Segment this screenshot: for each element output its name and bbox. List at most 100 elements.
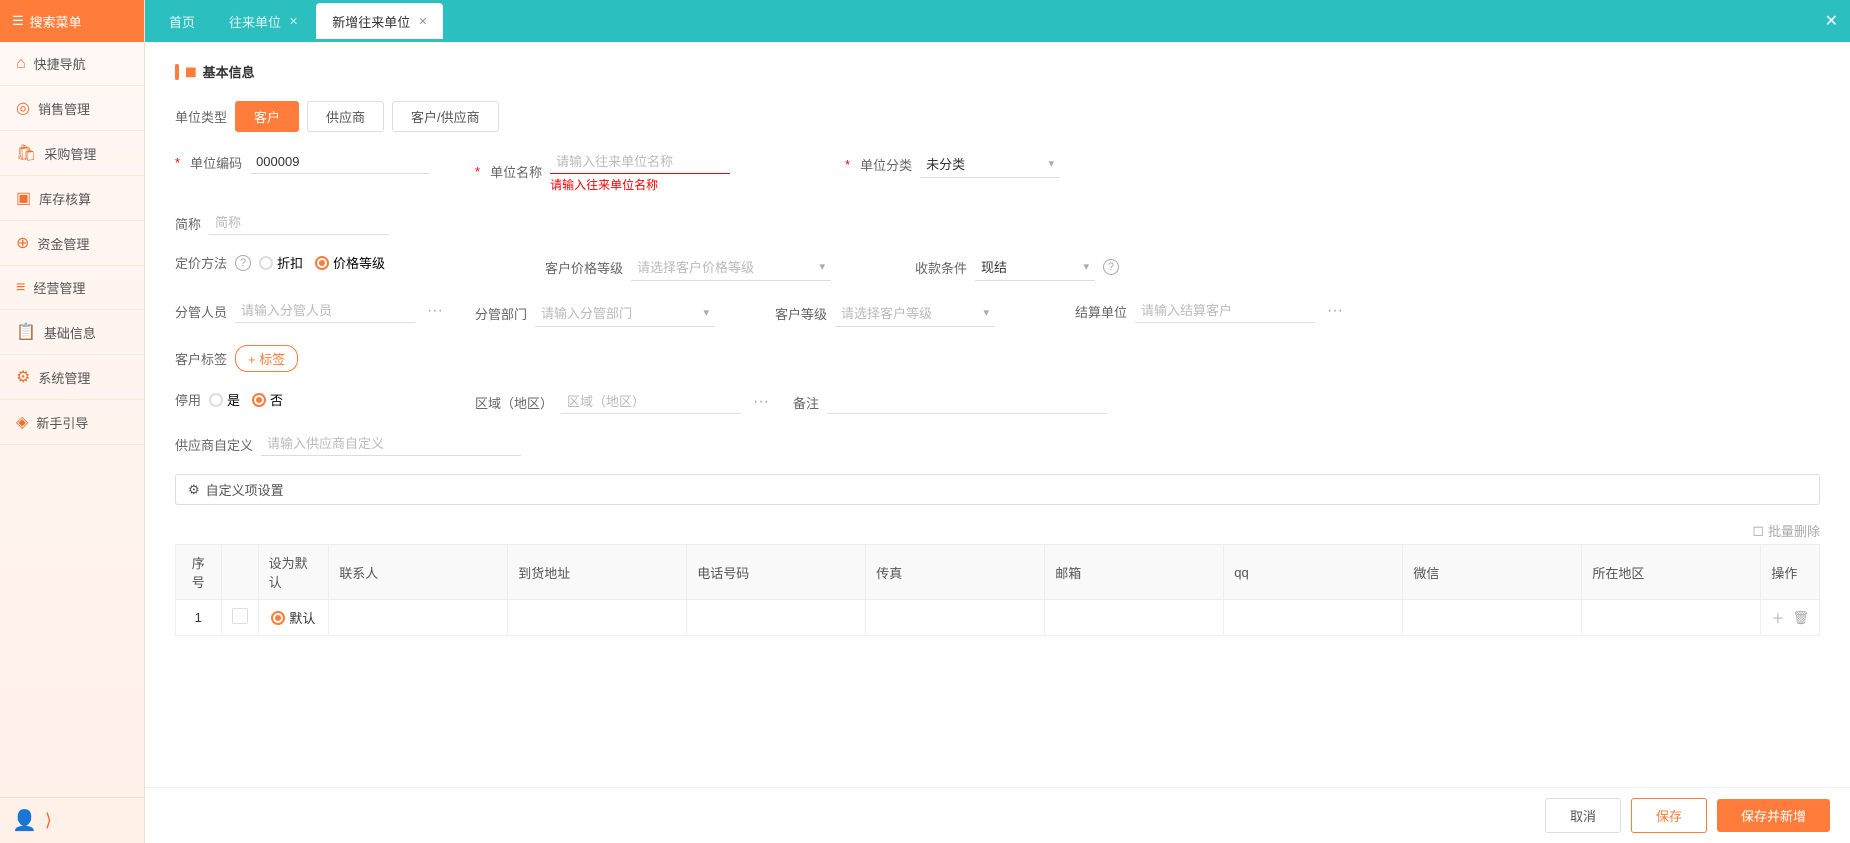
no-label: 否	[270, 390, 283, 409]
sidebar-item-basic[interactable]: 📋 基础信息	[0, 310, 144, 355]
unit-name-group: * 单位名称 请输入往来单位名称	[475, 150, 825, 193]
region-input[interactable]	[561, 390, 741, 414]
section-bar	[175, 64, 179, 80]
remarks-input[interactable]	[827, 390, 1107, 414]
contacts-table: 序号 设为默认 联系人 到货地址 电话号码 传真 邮箱 qq 微信 所在地区 操…	[175, 544, 1820, 636]
phone-input[interactable]	[697, 610, 855, 625]
row-default-radio[interactable]: 默认	[269, 608, 319, 627]
tab-counterparty[interactable]: 往来单位 ✕	[213, 3, 314, 39]
tag-group: 客户标签 + 标签	[175, 345, 455, 372]
department-group: 分管部门 请输入分管部门 ▾	[475, 299, 755, 327]
sales-icon: ◎	[16, 98, 30, 118]
default-radio	[271, 611, 285, 625]
sidebar-item-inventory[interactable]: ▣ 库存核算	[0, 176, 144, 221]
region-group: 区域（地区） ···	[475, 390, 773, 414]
unit-code-label: 单位编码	[190, 153, 242, 172]
customer-price-select[interactable]: 请选择客户价格等级 ▾	[631, 253, 831, 281]
sidebar-item-label: 采购管理	[44, 144, 96, 163]
content-area: ◼ 基本信息 单位类型 客户 供应商 客户/供应商 * 单位编码 *	[145, 42, 1850, 787]
col-region: 所在地区	[1582, 545, 1761, 600]
save-button[interactable]: 保存	[1631, 798, 1707, 833]
pricing-help-icon[interactable]: ?	[235, 255, 251, 271]
sidebar-item-finance[interactable]: ⊕ 资金管理	[0, 221, 144, 266]
unit-category-select[interactable]: 未分类 ▾	[920, 150, 1060, 178]
manager-more-icon[interactable]: ···	[423, 300, 447, 322]
category-chevron-icon: ▾	[1049, 157, 1055, 170]
pricing-discount-radio[interactable]: 折扣	[259, 253, 303, 272]
row-wechat[interactable]	[1403, 600, 1582, 636]
sidebar-item-system[interactable]: ⚙ 系统管理	[0, 355, 144, 400]
row-contact-name[interactable]	[329, 600, 508, 636]
sidebar-item-sales[interactable]: ◎ 销售管理	[0, 86, 144, 131]
row-checkbox-control[interactable]	[232, 608, 248, 624]
inventory-icon: ▣	[16, 188, 31, 208]
type-btn-supplier[interactable]: 供应商	[307, 101, 384, 132]
row-region[interactable]	[1582, 600, 1761, 636]
wechat-input[interactable]	[1413, 610, 1571, 625]
row-qq[interactable]	[1224, 600, 1403, 636]
guide-icon: ◈	[16, 412, 28, 432]
payment-terms-label: 收款条件	[915, 258, 967, 277]
address-input[interactable]	[518, 610, 676, 625]
type-btn-customer[interactable]: 客户	[235, 101, 299, 132]
col-qq: qq	[1224, 545, 1403, 600]
yes-label: 是	[227, 390, 240, 409]
sidebar-item-label: 基础信息	[44, 323, 96, 342]
col-checkbox	[221, 545, 258, 600]
required-star3: *	[845, 157, 850, 172]
settlement-input[interactable]	[1135, 299, 1315, 323]
region-row-input[interactable]	[1592, 610, 1750, 625]
fax-input[interactable]	[876, 610, 1034, 625]
payment-terms-select[interactable]: 现结 ▾	[975, 253, 1095, 281]
row-fax[interactable]	[866, 600, 1045, 636]
add-tag-button[interactable]: + 标签	[235, 345, 298, 372]
shortname-input[interactable]	[209, 211, 389, 235]
sidebar-item-label: 销售管理	[38, 99, 90, 118]
department-select[interactable]: 请输入分管部门 ▾	[535, 299, 715, 327]
default-label: 默认	[289, 608, 315, 627]
email-input[interactable]	[1055, 610, 1213, 625]
cancel-button[interactable]: 取消	[1545, 798, 1621, 833]
sidebar-search[interactable]: ☰ 搜索菜单	[0, 0, 144, 42]
basic-icon: 📋	[16, 322, 36, 342]
sidebar-item-operations[interactable]: ≡ 经营管理	[0, 266, 144, 310]
disable-no-radio[interactable]: 否	[252, 390, 283, 409]
custom-settings-button[interactable]: ⚙ 自定义项设置	[175, 474, 1820, 505]
add-tag-label: + 标签	[248, 349, 285, 368]
customer-level-select[interactable]: 请选择客户等级 ▾	[835, 299, 995, 327]
type-btn-both[interactable]: 客户/供应商	[392, 101, 499, 132]
payment-help-icon[interactable]: ?	[1103, 259, 1119, 275]
row-delete-icon[interactable]: 🗑	[1792, 610, 1809, 626]
row-address[interactable]	[508, 600, 687, 636]
unit-code-input[interactable]	[250, 150, 430, 174]
unit-name-wrap: 请输入往来单位名称	[550, 150, 730, 193]
tab-new-close[interactable]: ✕	[418, 15, 427, 28]
window-close-icon[interactable]: ✕	[1825, 11, 1838, 31]
row-add-icon[interactable]: ＋	[1771, 608, 1784, 627]
footer: 取消 保存 保存并新增	[145, 787, 1850, 843]
tab-home[interactable]: 首页	[153, 3, 211, 39]
tab-new-counterparty[interactable]: 新增往来单位 ✕	[316, 3, 443, 39]
manager-input[interactable]	[235, 299, 415, 323]
disable-yes-radio[interactable]: 是	[209, 390, 240, 409]
save-new-button[interactable]: 保存并新增	[1717, 799, 1830, 832]
settlement-more-icon[interactable]: ···	[1323, 300, 1347, 322]
sidebar-item-guide[interactable]: ◈ 新手引导	[0, 400, 144, 445]
region-more-icon[interactable]: ···	[749, 391, 773, 413]
qq-input[interactable]	[1234, 610, 1392, 625]
discount-radio-circle	[259, 256, 273, 270]
sidebar-item-purchase[interactable]: 🛍 采购管理	[0, 131, 144, 176]
unit-category-label: 单位分类	[860, 155, 912, 174]
batch-delete-label[interactable]: 批量删除	[1768, 521, 1820, 540]
row-phone[interactable]	[687, 600, 866, 636]
disable-label: 停用	[175, 390, 201, 409]
customer-price-chevron: ▾	[819, 260, 825, 273]
supplier-custom-input[interactable]	[261, 432, 521, 456]
row-email[interactable]	[1045, 600, 1224, 636]
row-checkbox[interactable]	[221, 600, 258, 636]
tab-counterparty-close[interactable]: ✕	[289, 15, 298, 28]
sidebar-item-nav[interactable]: ⌂ 快捷导航	[0, 42, 144, 86]
pricing-level-radio[interactable]: 价格等级	[315, 253, 385, 272]
unit-name-input[interactable]	[550, 150, 730, 174]
contact-input[interactable]	[339, 610, 497, 625]
